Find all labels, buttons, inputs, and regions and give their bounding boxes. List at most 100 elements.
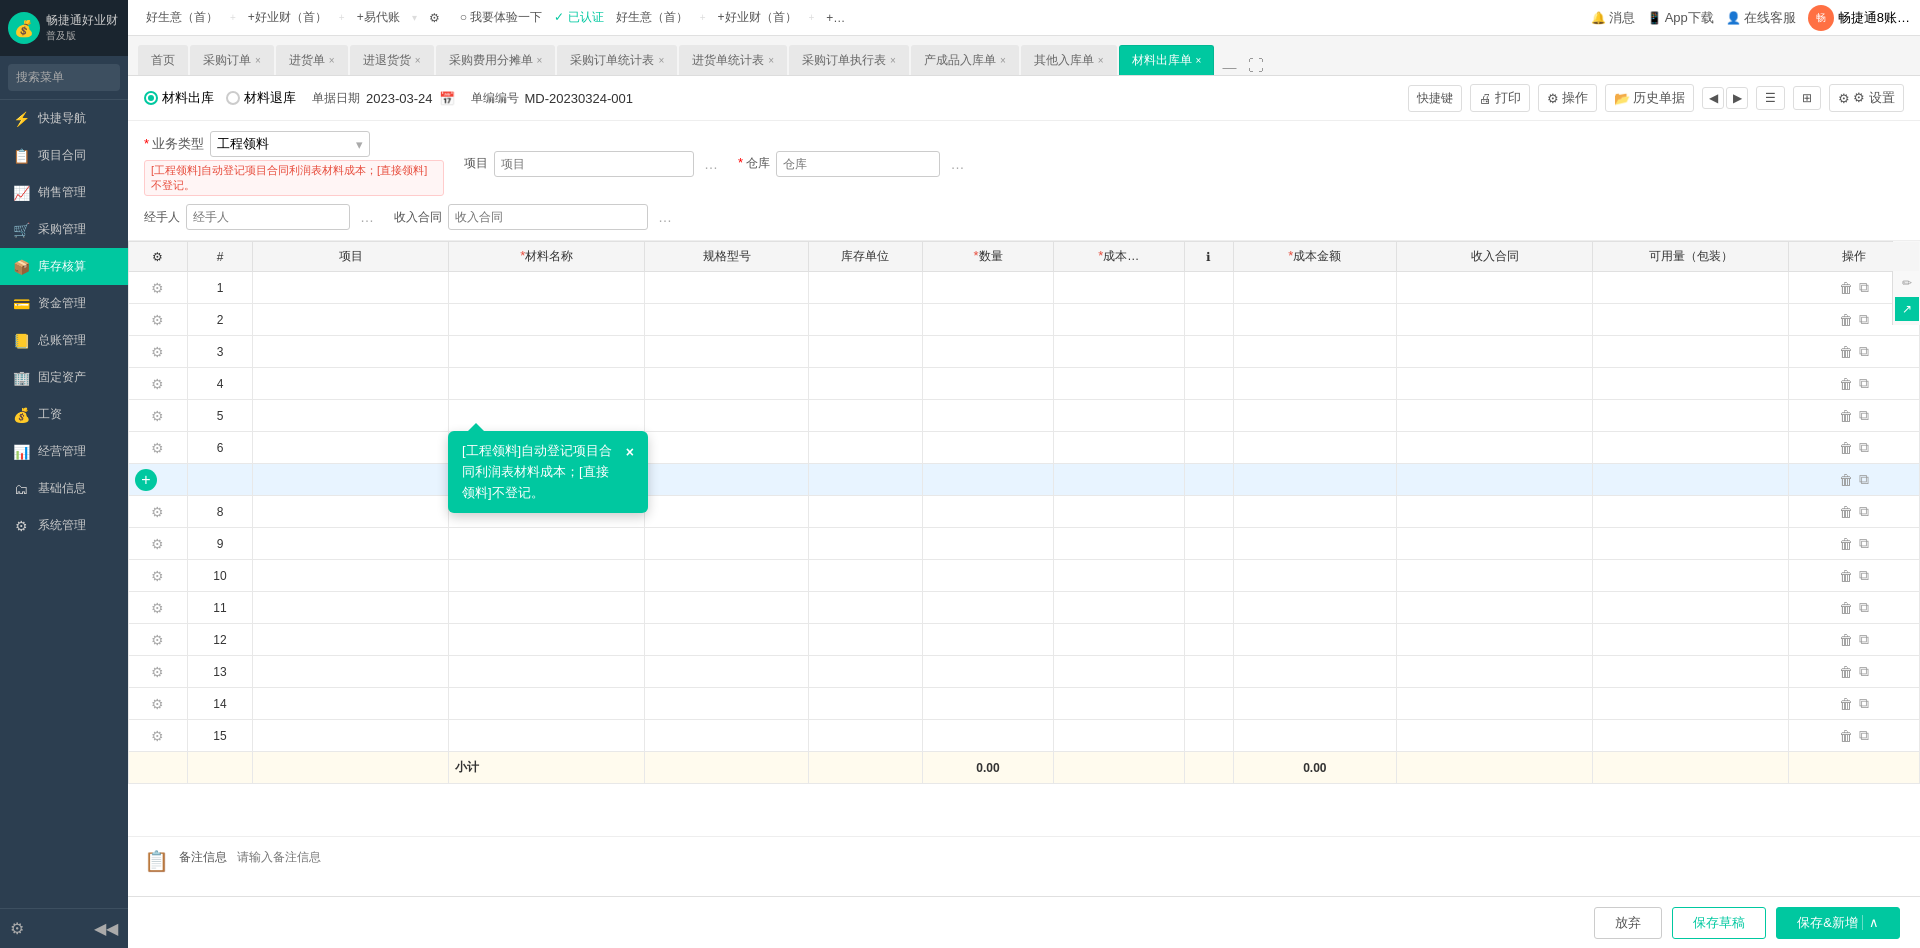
date-value[interactable]: 2023-03-24 [366, 91, 433, 106]
close-tab-other-inbound[interactable]: × [1098, 55, 1104, 66]
operator-dots[interactable]: … [360, 209, 374, 225]
copy-row-2[interactable]: ⧉ [1859, 311, 1869, 328]
tab-material-outbound[interactable]: 材料出库单 × [1119, 45, 1215, 75]
tab-purchase-order[interactable]: 采购订单 × [190, 45, 274, 75]
row-income-1[interactable] [1397, 272, 1593, 304]
number-value[interactable]: MD-20230324-001 [525, 91, 633, 106]
copy-row-9[interactable]: ⧉ [1859, 535, 1869, 552]
row-settings-btn-15[interactable]: ⚙ [151, 728, 164, 744]
delete-row-4[interactable]: 🗑 [1839, 375, 1853, 392]
tab-inbound-return[interactable]: 进退货货 × [350, 45, 434, 75]
delete-row-5[interactable]: 🗑 [1839, 407, 1853, 424]
discard-button[interactable]: 放弃 [1594, 907, 1662, 939]
delete-row-1[interactable]: 🗑 [1839, 279, 1853, 296]
row-settings-btn-3[interactable]: ⚙ [151, 344, 164, 360]
tab-purchase-stats[interactable]: 采购订单统计表 × [557, 45, 677, 75]
sidebar-item-quick-nav[interactable]: ⚡ 快捷导航 [0, 100, 128, 137]
topbar-item-haoyecai2[interactable]: +好业财（首） [710, 5, 805, 30]
topbar-item-yidaizhang[interactable]: +易代账 [349, 5, 408, 30]
row-settings-btn-6[interactable]: ⚙ [151, 440, 164, 456]
close-tab-purchase-order[interactable]: × [255, 55, 261, 66]
right-panel-icon-2[interactable]: ✏ [1895, 271, 1919, 295]
row-settings-btn-10[interactable]: ⚙ [151, 568, 164, 584]
close-tab-inbound-return[interactable]: × [415, 55, 421, 66]
topbar-user[interactable]: 畅 畅捷通8账… [1808, 5, 1910, 31]
topbar-item-haoshengyi[interactable]: 好生意（首） [138, 5, 226, 30]
sidebar-settings-button[interactable]: ⚙ [10, 919, 24, 938]
copy-row-12[interactable]: ⧉ [1859, 631, 1869, 648]
row-unit-1[interactable] [808, 272, 922, 304]
copy-row-6[interactable]: ⧉ [1859, 439, 1869, 456]
copy-row-4[interactable]: ⧉ [1859, 375, 1869, 392]
sidebar-item-project-contract[interactable]: 📋 项目合同 [0, 137, 128, 174]
copy-row-10[interactable]: ⧉ [1859, 567, 1869, 584]
row-project-1[interactable] [253, 272, 449, 304]
right-panel-icon-3[interactable]: ↗ [1895, 297, 1919, 321]
print-button[interactable]: 🖨 打印 [1470, 84, 1530, 112]
tab-inbound[interactable]: 进货单 × [276, 45, 348, 75]
sidebar-item-sales[interactable]: 📈 销售管理 [0, 174, 128, 211]
operator-input[interactable] [186, 204, 350, 230]
delete-row-3[interactable]: 🗑 [1839, 343, 1853, 360]
copy-row-1[interactable]: ⧉ [1859, 279, 1869, 296]
delete-row-10[interactable]: 🗑 [1839, 567, 1853, 584]
th-settings[interactable]: ⚙ [129, 242, 188, 272]
close-tab-purchase-stats[interactable]: × [658, 55, 664, 66]
tab-inbound-stats[interactable]: 进货单统计表 × [679, 45, 787, 75]
sidebar-item-system[interactable]: ⚙ 系统管理 [0, 507, 128, 544]
delete-row-15[interactable]: 🗑 [1839, 727, 1853, 744]
sidebar-item-fixed-assets[interactable]: 🏢 固定资产 [0, 359, 128, 396]
delete-row-2[interactable]: 🗑 [1839, 311, 1853, 328]
minimize-window[interactable]: — [1216, 59, 1242, 75]
row-settings-btn-8[interactable]: ⚙ [151, 504, 164, 520]
view-toggle-detail[interactable]: ⊞ [1793, 86, 1821, 110]
save-draft-button[interactable]: 保存草稿 [1672, 907, 1766, 939]
row-cost-1[interactable] [1053, 272, 1184, 304]
history-button[interactable]: 📂 历史单据 [1605, 84, 1694, 112]
copy-row-8[interactable]: ⧉ [1859, 503, 1869, 520]
copy-row-14[interactable]: ⧉ [1859, 695, 1869, 712]
sidebar-item-management[interactable]: 📊 经营管理 [0, 433, 128, 470]
row-settings-1[interactable]: ⚙ [129, 272, 188, 304]
close-tab-purchase-expense[interactable]: × [537, 55, 543, 66]
row-settings-btn-9[interactable]: ⚙ [151, 536, 164, 552]
maximize-window[interactable]: ⛶ [1242, 57, 1270, 75]
income-contract-input[interactable] [448, 204, 648, 230]
row-settings-btn-4[interactable]: ⚙ [151, 376, 164, 392]
settings-button[interactable]: ⚙ ⚙ 设置 [1829, 84, 1904, 112]
radio-material-outbound[interactable]: 材料出库 [144, 89, 214, 107]
row-material-1[interactable] [449, 272, 645, 304]
notes-input[interactable] [237, 845, 1904, 881]
delete-row-14[interactable]: 🗑 [1839, 695, 1853, 712]
topbar-app-download[interactable]: 📱 App下载 [1647, 9, 1714, 27]
sidebar-item-basic-info[interactable]: 🗂 基础信息 [0, 470, 128, 507]
topbar-item-settings-gear[interactable]: ⚙ [421, 7, 448, 29]
copy-row-3[interactable]: ⧉ [1859, 343, 1869, 360]
prev-record-button[interactable]: ◀ [1702, 87, 1724, 109]
sidebar-item-salary[interactable]: 💰 工资 [0, 396, 128, 433]
warehouse-input[interactable] [776, 151, 940, 177]
tab-purchase-exec[interactable]: 采购订单执行表 × [789, 45, 909, 75]
income-contract-dots[interactable]: … [658, 209, 672, 225]
topbar-item-haoyecai[interactable]: +好业财（首） [240, 5, 335, 30]
delete-row-6[interactable]: 🗑 [1839, 439, 1853, 456]
tooltip-close-button[interactable]: × [626, 441, 634, 463]
shortcut-key-button[interactable]: 快捷键 [1408, 85, 1462, 112]
tab-other-inbound[interactable]: 其他入库单 × [1021, 45, 1117, 75]
sidebar-item-ledger[interactable]: 📒 总账管理 [0, 322, 128, 359]
tab-product-inbound[interactable]: 产成品入库单 × [911, 45, 1019, 75]
project-input[interactable] [494, 151, 694, 177]
save-new-arrow[interactable]: ∧ [1862, 915, 1879, 930]
close-tab-inbound-stats[interactable]: × [768, 55, 774, 66]
row-qty-1[interactable] [923, 272, 1054, 304]
row-cost-amt-1[interactable] [1233, 272, 1396, 304]
row-settings-btn-1[interactable]: ⚙ [151, 280, 164, 296]
delete-active-row[interactable]: 🗑 [1839, 471, 1853, 488]
project-dots[interactable]: … [704, 156, 718, 172]
topbar-online-service[interactable]: 👤 在线客服 [1726, 9, 1796, 27]
close-tab-purchase-exec[interactable]: × [890, 55, 896, 66]
add-row-button[interactable]: + [135, 469, 157, 491]
copy-active-row[interactable]: ⧉ [1859, 471, 1869, 488]
copy-row-15[interactable]: ⧉ [1859, 727, 1869, 744]
sidebar-item-inventory[interactable]: 📦 库存核算 [0, 248, 128, 285]
